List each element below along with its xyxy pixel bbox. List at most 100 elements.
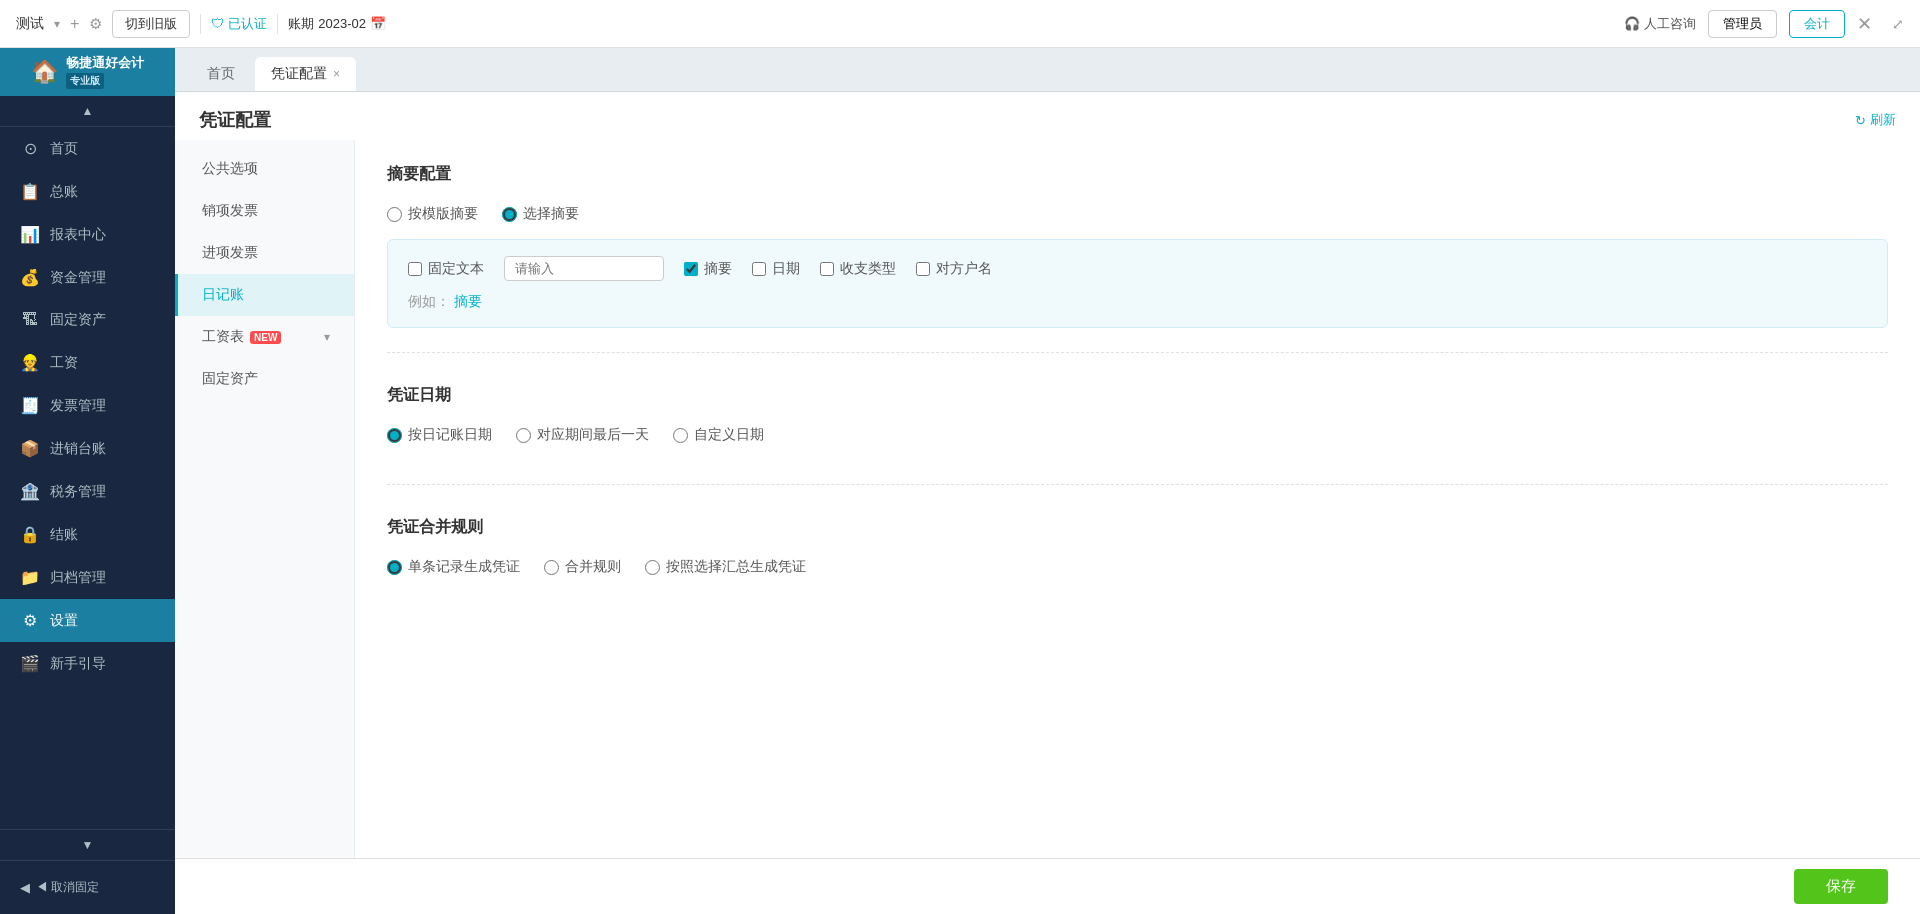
project-chevron-icon[interactable]: ▾ — [54, 17, 60, 31]
accountant-button[interactable]: 会计 — [1789, 10, 1845, 38]
radio-template-summary-label: 按模版摘要 — [408, 205, 478, 223]
radio-merge-rule[interactable]: 合并规则 — [544, 558, 621, 576]
tax-icon: 🏦 — [20, 482, 40, 501]
radio-single-record[interactable]: 单条记录生成凭证 — [387, 558, 520, 576]
topbar-settings-icon[interactable]: ⚙ — [89, 15, 102, 33]
window-expand-icon[interactable]: ⤢ — [1892, 16, 1904, 32]
sidebar-item-tax[interactable]: 🏦 税务管理 — [0, 470, 175, 513]
sidebar-scroll-up[interactable]: ▲ — [0, 100, 175, 122]
sidebar-item-guide[interactable]: 🎬 新手引导 — [0, 642, 175, 685]
main-wrap: 🏠 畅捷通好会计 专业版 ▲ ⊙ 首页 📋 总账 📊 报表中心 💰 — [0, 48, 1920, 914]
radio-summary-generate-input[interactable] — [645, 560, 660, 575]
fixed-text-label: 固定文本 — [428, 260, 484, 278]
sidebar-item-closing[interactable]: 🔒 结账 — [0, 513, 175, 556]
refresh-label: 刷新 — [1870, 111, 1896, 129]
example-prefix: 例如： — [408, 293, 450, 309]
radio-period-last-input[interactable] — [516, 428, 531, 443]
checkbox-fixed-text-input[interactable] — [408, 262, 422, 276]
calendar-icon[interactable]: 📅 — [370, 16, 386, 31]
config-sidebar-fixed-assets[interactable]: 固定资产 — [175, 358, 354, 400]
voucher-merge-radio-group: 单条记录生成凭证 合并规则 按照选择汇总生成凭证 — [387, 558, 1888, 576]
radio-merge-rule-input[interactable] — [544, 560, 559, 575]
sidebar-label-reports: 报表中心 — [50, 226, 106, 244]
config-sidebar-purchase-invoice[interactable]: 进项发票 — [175, 232, 354, 274]
radio-template-summary[interactable]: 按模版摘要 — [387, 205, 478, 223]
config-sidebar-journal-label: 日记账 — [202, 286, 244, 302]
checkbox-income-type-label: 收支类型 — [840, 260, 896, 278]
config-sidebar-sales-invoice[interactable]: 销项发票 — [175, 190, 354, 232]
config-sidebar-public-label: 公共选项 — [202, 160, 258, 176]
sidebar-item-capital[interactable]: 💰 资金管理 — [0, 256, 175, 299]
home-icon: ⊙ — [20, 139, 40, 158]
page-title: 凭证配置 — [199, 108, 271, 132]
checkbox-date-input[interactable] — [752, 262, 766, 276]
radio-journal-date-input[interactable] — [387, 428, 402, 443]
refresh-button[interactable]: ↻ 刷新 — [1855, 111, 1896, 129]
payroll-chevron-icon: ▾ — [324, 330, 330, 344]
certified-label: 已认证 — [228, 15, 267, 33]
closing-icon: 🔒 — [20, 525, 40, 544]
logo-icon: 🏠 — [31, 59, 58, 85]
sidebar-item-purchase-sale[interactable]: 📦 进销台账 — [0, 427, 175, 470]
window-close-icon[interactable]: ✕ — [1857, 13, 1872, 35]
radio-select-summary[interactable]: 选择摘要 — [502, 205, 579, 223]
save-button[interactable]: 保存 — [1794, 869, 1888, 904]
help-headset-icon: 🎧 — [1624, 16, 1640, 31]
sidebar-item-reports[interactable]: 📊 报表中心 — [0, 213, 175, 256]
fixed-text-input[interactable] — [504, 256, 664, 281]
radio-period-last[interactable]: 对应期间最后一天 — [516, 426, 649, 444]
period-label: 账期 — [288, 15, 314, 33]
admin-button[interactable]: 管理员 — [1708, 10, 1777, 38]
tab-home[interactable]: 首页 — [191, 57, 251, 91]
sidebar-item-assets[interactable]: 🏗 固定资产 — [0, 299, 175, 341]
sidebar-item-home[interactable]: ⊙ 首页 — [0, 127, 175, 170]
sidebar-label-settings: 设置 — [50, 612, 78, 630]
archive-icon: 📁 — [20, 568, 40, 587]
sidebar-item-ledger[interactable]: 📋 总账 — [0, 170, 175, 213]
ledger-icon: 📋 — [20, 182, 40, 201]
sidebar-label-ledger: 总账 — [50, 183, 78, 201]
sidebar-scroll-down[interactable]: ▼ — [0, 834, 175, 856]
checkbox-summary-input[interactable] — [684, 262, 698, 276]
radio-single-record-input[interactable] — [387, 560, 402, 575]
help-button[interactable]: 🎧 人工咨询 — [1624, 15, 1696, 33]
checkbox-date[interactable]: 日期 — [752, 260, 800, 278]
config-sidebar-journal[interactable]: 日记账 — [175, 274, 354, 316]
account-period: 账期 2023-02 📅 — [288, 15, 386, 33]
checkbox-summary[interactable]: 摘要 — [684, 260, 732, 278]
sidebar-item-settings[interactable]: ⚙ 设置 — [0, 599, 175, 642]
radio-custom-date-label: 自定义日期 — [694, 426, 764, 444]
summary-radio-group: 按模版摘要 选择摘要 — [387, 205, 1888, 223]
checkbox-counterparty-input[interactable] — [916, 262, 930, 276]
sidebar-item-archive[interactable]: 📁 归档管理 — [0, 556, 175, 599]
config-sidebar-payroll-table[interactable]: 工资表 NEW ▾ — [175, 316, 354, 358]
payroll-icon: 👷 — [20, 353, 40, 372]
checkbox-income-type[interactable]: 收支类型 — [820, 260, 896, 278]
voucher-merge-section: 凭证合并规则 单条记录生成凭证 合并规则 — [387, 517, 1888, 616]
help-label: 人工咨询 — [1644, 15, 1696, 33]
checkbox-counterparty[interactable]: 对方户名 — [916, 260, 992, 278]
cancel-fixed-button[interactable]: ◀ ◀ 取消固定 — [16, 871, 159, 904]
sidebar-logo: 🏠 畅捷通好会计 专业版 — [0, 48, 175, 96]
period-value: 2023-02 — [318, 16, 366, 31]
radio-custom-date-input[interactable] — [673, 428, 688, 443]
save-bar: 保存 — [175, 858, 1920, 914]
tab-close-icon[interactable]: × — [333, 67, 340, 81]
radio-select-summary-input[interactable] — [502, 207, 517, 222]
add-project-icon[interactable]: + — [70, 15, 79, 33]
switch-old-version-button[interactable]: 切到旧版 — [112, 10, 190, 38]
radio-single-label: 单条记录生成凭证 — [408, 558, 520, 576]
assets-icon: 🏗 — [20, 311, 40, 329]
radio-journal-date[interactable]: 按日记账日期 — [387, 426, 492, 444]
capital-icon: 💰 — [20, 268, 40, 287]
topbar-right: 🎧 人工咨询 管理员 会计 ✕ ⤢ — [1624, 10, 1904, 38]
radio-custom-date[interactable]: 自定义日期 — [673, 426, 764, 444]
tab-voucher-config[interactable]: 凭证配置 × — [255, 57, 356, 91]
radio-summary-generate[interactable]: 按照选择汇总生成凭证 — [645, 558, 806, 576]
sidebar-item-payroll[interactable]: 👷 工资 — [0, 341, 175, 384]
sidebar-item-invoice[interactable]: 🧾 发票管理 — [0, 384, 175, 427]
checkbox-income-type-input[interactable] — [820, 262, 834, 276]
checkbox-fixed-text[interactable]: 固定文本 — [408, 260, 484, 278]
radio-template-summary-input[interactable] — [387, 207, 402, 222]
config-sidebar-public[interactable]: 公共选项 — [175, 148, 354, 190]
